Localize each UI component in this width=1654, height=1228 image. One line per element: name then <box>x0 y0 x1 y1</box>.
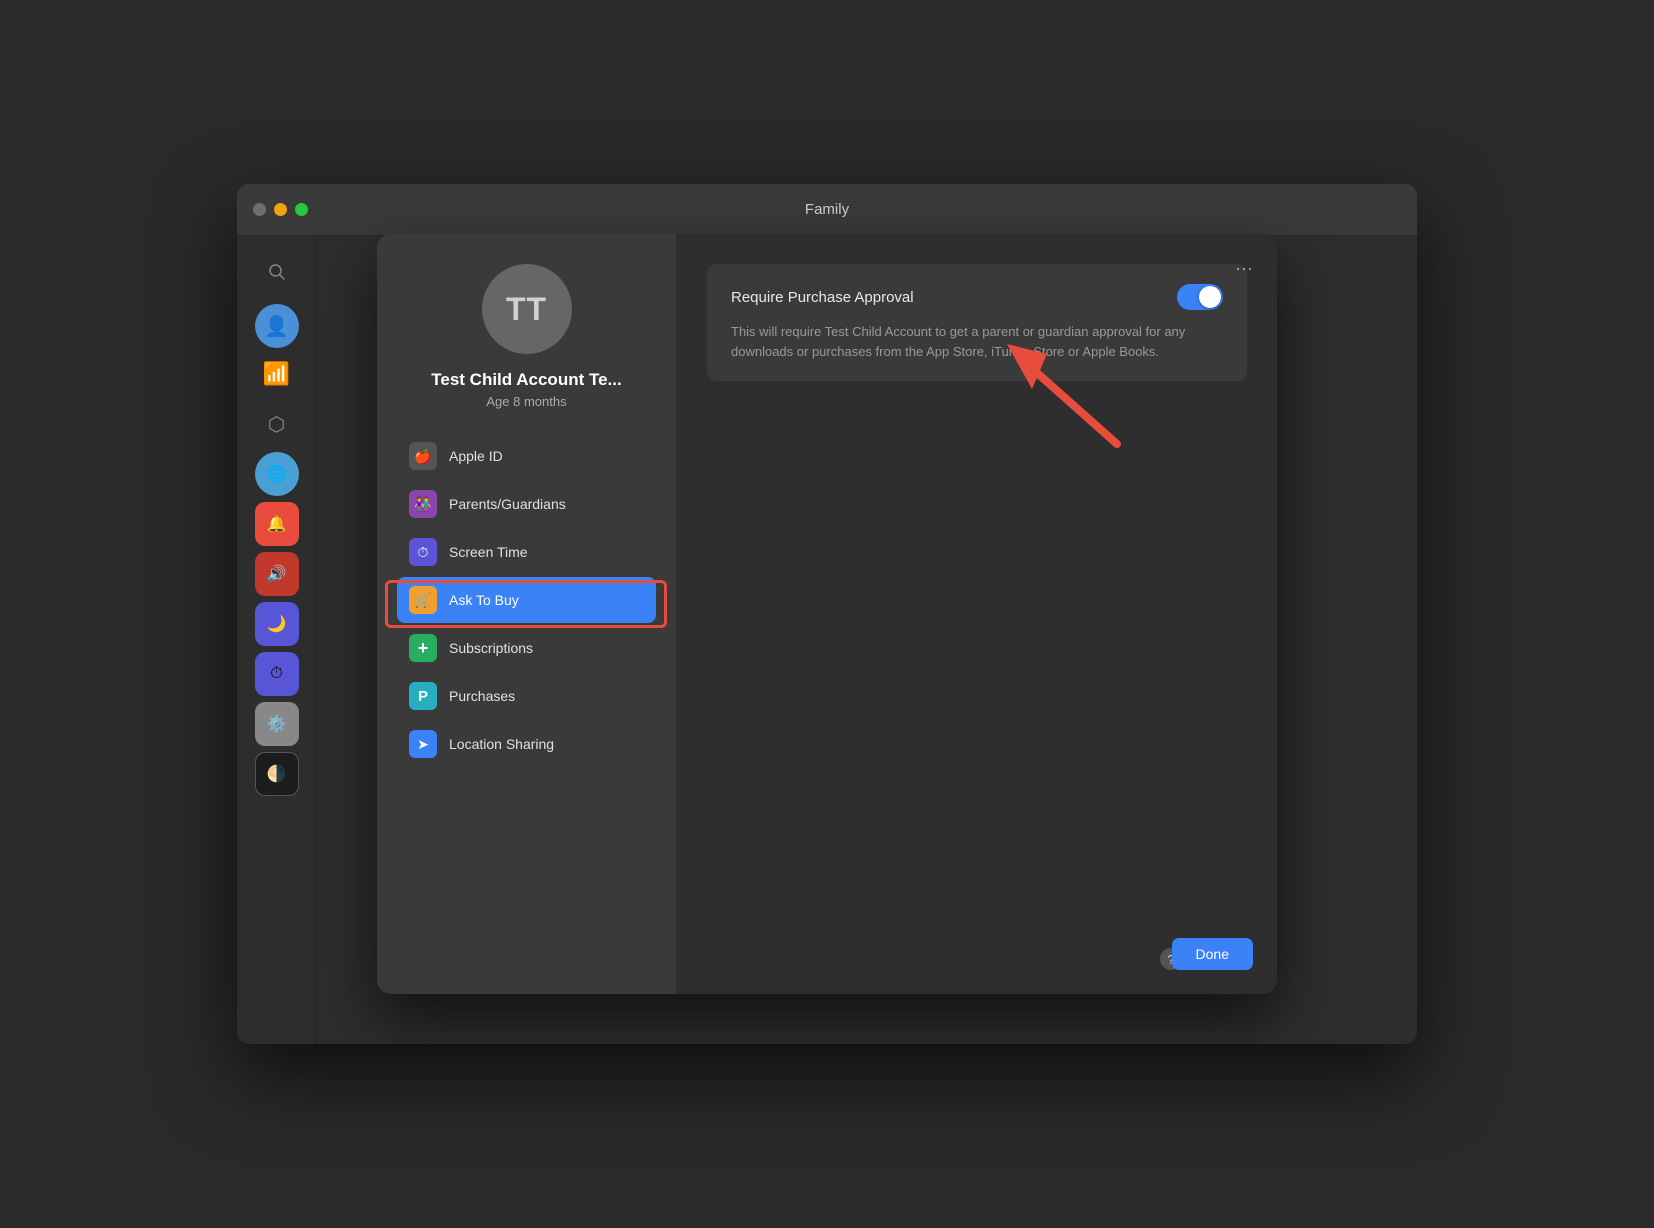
rpc-description: This will require Test Child Account to … <box>731 322 1223 361</box>
nav-item-parents[interactable]: 👫 Parents/Guardians <box>397 481 656 527</box>
modal-sidebar: TT Test Child Account Te... Age 8 months… <box>377 234 677 994</box>
nav-item-apple-id[interactable]: 🍎 Apple ID <box>397 433 656 479</box>
nav-label-parents: Parents/Guardians <box>449 496 566 512</box>
nav-icon-ask-to-buy: 🛒 <box>409 586 437 614</box>
nav-item-subscriptions[interactable]: + Subscriptions <box>397 625 656 671</box>
nav-label-screentime: Screen Time <box>449 544 528 560</box>
child-age: Age 8 months <box>486 394 566 409</box>
nav-icon-apple-id: 🍎 <box>409 442 437 470</box>
nav-label-apple-id: Apple ID <box>449 448 503 464</box>
nav-label-purchases: Purchases <box>449 688 515 704</box>
nav-label-location: Location Sharing <box>449 736 554 752</box>
done-button[interactable]: Done <box>1172 938 1253 970</box>
nav-item-purchases[interactable]: P Purchases <box>397 673 656 719</box>
ellipsis-button[interactable]: ··· <box>1235 258 1253 279</box>
nav-label-ask-to-buy: Ask To Buy <box>449 592 519 608</box>
nav-icon-parents: 👫 <box>409 490 437 518</box>
rpc-title: Require Purchase Approval <box>731 289 914 306</box>
modal-overlay: TT Test Child Account Te... Age 8 months… <box>237 184 1417 1044</box>
system-preferences-window: Family 👤 📶 ⬡ 🌐 🔔 🔊 🌙 ⏱ ⚙️ 🌗 <box>237 184 1417 1044</box>
nav-item-location[interactable]: ➤ Location Sharing <box>397 721 656 767</box>
nav-item-screentime[interactable]: ⏱ Screen Time <box>397 529 656 575</box>
nav-icon-purchases: P <box>409 682 437 710</box>
nav-icon-screentime: ⏱ <box>409 538 437 566</box>
nav-item-ask-to-buy[interactable]: 🛒 Ask To Buy <box>397 577 656 623</box>
nav-icon-subscriptions: + <box>409 634 437 662</box>
rpc-header: Require Purchase Approval <box>731 284 1223 310</box>
nav-icon-location: ➤ <box>409 730 437 758</box>
child-name: Test Child Account Te... <box>431 370 621 390</box>
require-purchase-toggle[interactable] <box>1177 284 1223 310</box>
avatar: TT <box>482 264 572 354</box>
toggle-knob <box>1199 286 1221 308</box>
nav-label-subscriptions: Subscriptions <box>449 640 533 656</box>
modal-right: ··· Require Purchase Approval This will … <box>677 234 1277 994</box>
require-purchase-card: Require Purchase Approval This will requ… <box>707 264 1247 381</box>
modal-window: TT Test Child Account Te... Age 8 months… <box>377 234 1277 994</box>
